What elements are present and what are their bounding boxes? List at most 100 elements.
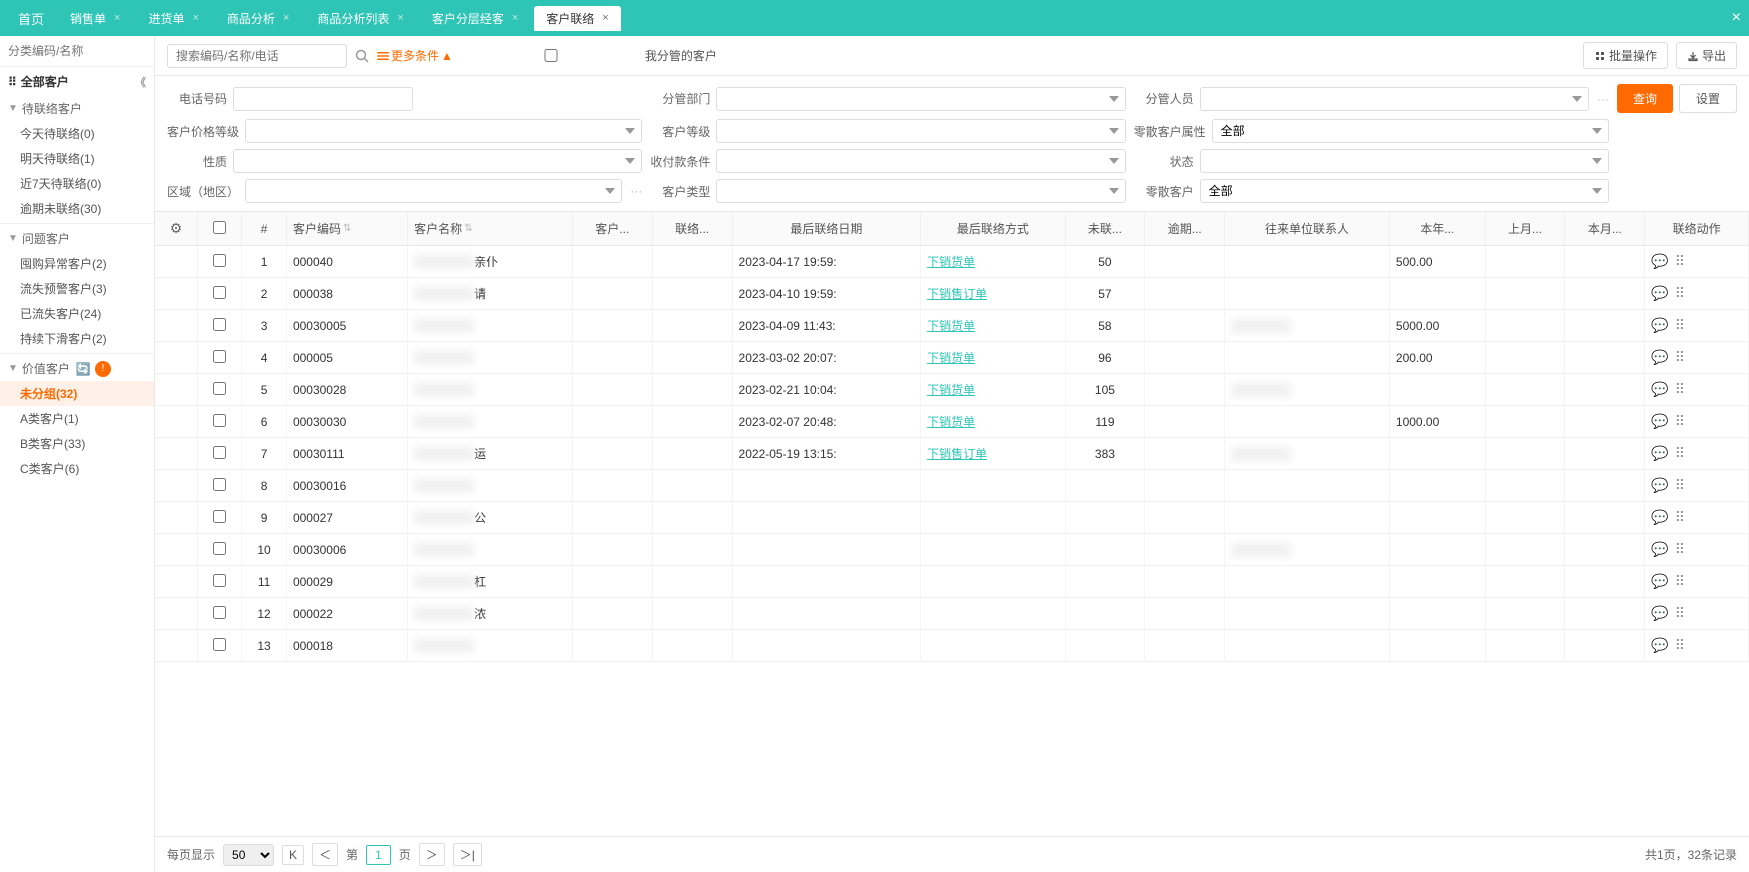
- grid-icon[interactable]: ⠿: [1675, 285, 1685, 302]
- sidebar-item-declining[interactable]: 持续下滑客户(2): [0, 326, 154, 351]
- tab-customer-segment[interactable]: 客户分层经客 ×: [420, 6, 530, 31]
- home-button[interactable]: 首页: [8, 5, 54, 32]
- close-tab-customer-segment[interactable]: ×: [512, 12, 518, 24]
- sidebar-item-class-c[interactable]: C类客户(6): [0, 456, 154, 481]
- row-checkbox[interactable]: [213, 574, 226, 587]
- search-bar-icon[interactable]: [355, 49, 369, 63]
- grid-icon[interactable]: ⠿: [1675, 573, 1685, 590]
- dept-select[interactable]: [716, 87, 1125, 111]
- grid-icon[interactable]: ⠿: [1675, 477, 1685, 494]
- chat-icon[interactable]: 💬: [1651, 413, 1668, 430]
- contact-method-link[interactable]: 下销售订单: [927, 447, 987, 461]
- grid-icon[interactable]: ⠿: [1675, 253, 1685, 270]
- grid-icon[interactable]: ⠿: [1675, 349, 1685, 366]
- row-checkbox[interactable]: [213, 606, 226, 619]
- search-button[interactable]: 查询: [1617, 84, 1673, 113]
- close-tab-analysis-list[interactable]: ×: [397, 12, 403, 24]
- customer-type-select[interactable]: [716, 179, 1125, 203]
- sidebar-item-class-b[interactable]: B类客户(33): [0, 431, 154, 456]
- sidebar-item-churned[interactable]: 已流失客户(24): [0, 301, 154, 326]
- export-button[interactable]: 导出: [1676, 42, 1737, 69]
- region-more-btn[interactable]: ···: [630, 184, 642, 198]
- batch-ops-button[interactable]: 批量操作: [1583, 42, 1668, 69]
- chat-icon[interactable]: 💬: [1651, 445, 1668, 462]
- sidebar-item-hoard[interactable]: 囤购异常客户(2): [0, 251, 154, 276]
- chat-icon[interactable]: 💬: [1651, 381, 1668, 398]
- retail-attr-select[interactable]: 全部: [1212, 119, 1609, 143]
- value-customers-group[interactable]: ▼ 价值客户 🔄 !: [0, 356, 154, 381]
- per-page-select[interactable]: 50 100 200: [223, 844, 274, 866]
- row-checkbox[interactable]: [213, 414, 226, 427]
- chat-icon[interactable]: 💬: [1651, 509, 1668, 526]
- close-tab-purchase[interactable]: ×: [192, 12, 198, 24]
- sidebar-search-input[interactable]: [8, 44, 155, 58]
- grid-icon[interactable]: ⠿: [1675, 605, 1685, 622]
- sidebar-item-churn-warning[interactable]: 流失预警客户(3): [0, 276, 154, 301]
- manager-select[interactable]: [1200, 87, 1589, 111]
- my-customers-check[interactable]: [461, 49, 641, 62]
- pending-contact-group[interactable]: ▼ 待联络客户: [0, 96, 154, 121]
- grid-icon[interactable]: ⠿: [1675, 541, 1685, 558]
- contact-method-link[interactable]: 下销货单: [927, 255, 975, 269]
- payment-select[interactable]: [716, 149, 1125, 173]
- phone-input[interactable]: [233, 87, 413, 111]
- contact-method-link[interactable]: 下销售订单: [927, 287, 987, 301]
- sidebar-item-week[interactable]: 近7天待联络(0): [0, 171, 154, 196]
- tab-purchase[interactable]: 进货单 ×: [136, 6, 210, 31]
- select-all-checkbox[interactable]: [213, 221, 226, 234]
- sidebar-item-today[interactable]: 今天待联络(0): [0, 121, 154, 146]
- global-close-button[interactable]: ×: [1732, 9, 1741, 27]
- chat-icon[interactable]: 💬: [1651, 541, 1668, 558]
- status-select[interactable]: [1200, 149, 1609, 173]
- row-checkbox[interactable]: [213, 350, 226, 363]
- grid-icon[interactable]: ⠿: [1675, 381, 1685, 398]
- manager-more-btn[interactable]: ···: [1597, 92, 1609, 106]
- next-page-btn[interactable]: ＞: [419, 843, 445, 866]
- chat-icon[interactable]: 💬: [1651, 253, 1668, 270]
- problem-customers-group[interactable]: ▼ 问题客户: [0, 226, 154, 251]
- chat-icon[interactable]: 💬: [1651, 637, 1668, 654]
- nature-select[interactable]: [233, 149, 642, 173]
- sidebar-item-ungroup[interactable]: 未分组(32): [0, 381, 154, 406]
- my-customers-checkbox[interactable]: 我分管的客户: [461, 47, 717, 64]
- search-input[interactable]: [167, 44, 347, 68]
- sidebar-item-class-a[interactable]: A类客户(1): [0, 406, 154, 431]
- tab-analysis[interactable]: 商品分析 ×: [215, 6, 301, 31]
- chat-icon[interactable]: 💬: [1651, 317, 1668, 334]
- grid-icon[interactable]: ⠿: [1675, 317, 1685, 334]
- settings-icon[interactable]: ⚙: [170, 220, 183, 236]
- last-page-btn[interactable]: ＞|: [453, 843, 482, 866]
- chat-icon[interactable]: 💬: [1651, 605, 1668, 622]
- tab-sales[interactable]: 销售单 ×: [58, 6, 132, 31]
- row-checkbox[interactable]: [213, 318, 226, 331]
- retail-customer-select[interactable]: 全部: [1200, 179, 1609, 203]
- chat-icon[interactable]: 💬: [1651, 573, 1668, 590]
- close-tab-customer-contact[interactable]: ×: [602, 12, 608, 24]
- first-page-btn[interactable]: K: [282, 845, 304, 865]
- grid-icon[interactable]: ⠿: [1675, 509, 1685, 526]
- row-checkbox[interactable]: [213, 382, 226, 395]
- tab-analysis-list[interactable]: 商品分析列表 ×: [305, 6, 415, 31]
- grid-icon[interactable]: ⠿: [1675, 445, 1685, 462]
- row-checkbox[interactable]: [213, 254, 226, 267]
- row-checkbox[interactable]: [213, 510, 226, 523]
- contact-method-link[interactable]: 下销货单: [927, 415, 975, 429]
- row-checkbox[interactable]: [213, 286, 226, 299]
- customer-level-select[interactable]: [716, 119, 1125, 143]
- close-tab-analysis[interactable]: ×: [283, 12, 289, 24]
- grid-icon[interactable]: ⠿: [1675, 637, 1685, 654]
- row-checkbox[interactable]: [213, 638, 226, 651]
- price-level-select[interactable]: [245, 119, 642, 143]
- contact-method-link[interactable]: 下销货单: [927, 383, 975, 397]
- grid-icon[interactable]: ⠿: [1675, 413, 1685, 430]
- sidebar-item-overdue[interactable]: 逾期未联络(30): [0, 196, 154, 221]
- chat-icon[interactable]: 💬: [1651, 285, 1668, 302]
- sidebar-item-tomorrow[interactable]: 明天待联络(1): [0, 146, 154, 171]
- contact-method-link[interactable]: 下销货单: [927, 351, 975, 365]
- row-checkbox[interactable]: [213, 446, 226, 459]
- region-select[interactable]: [245, 179, 622, 203]
- prev-page-btn[interactable]: ＜: [312, 843, 338, 866]
- chat-icon[interactable]: 💬: [1651, 477, 1668, 494]
- contact-method-link[interactable]: 下销货单: [927, 319, 975, 333]
- row-checkbox[interactable]: [213, 542, 226, 555]
